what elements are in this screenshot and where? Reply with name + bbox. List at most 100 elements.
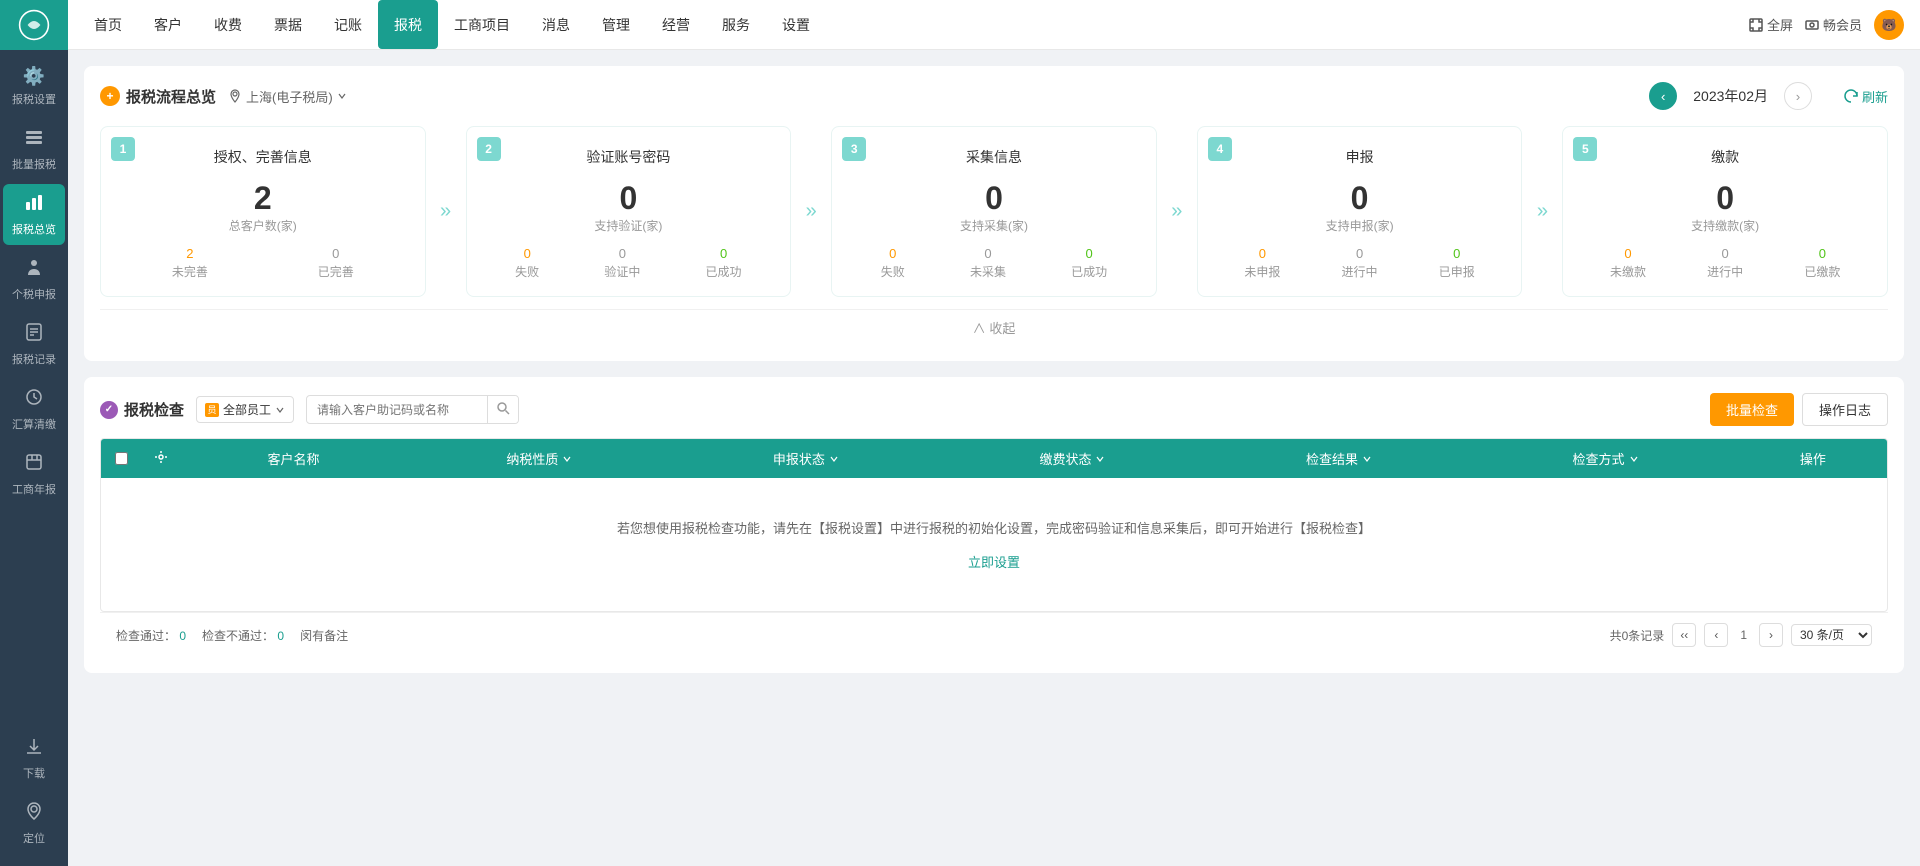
- tax-check-title: ✓ 报税检查: [100, 399, 184, 420]
- step-3-detail-0[interactable]: 0 失败: [881, 246, 905, 280]
- step-4-detail-1[interactable]: 0 进行中: [1342, 246, 1378, 280]
- step-2-card: 2 验证账号密码 0 支持验证(家) 0 失败 0 验证中: [466, 126, 792, 297]
- nav-items: 首页 客户 收费 票据 记账 报税 工商项目 消息 管理 经营 服务 设置: [68, 0, 1749, 49]
- step-5-sublabel: 支持缴款(家): [1579, 217, 1871, 234]
- sidebar-item-tax-overview[interactable]: 报税总览: [3, 184, 65, 245]
- step-3-detail-1[interactable]: 0 未采集: [970, 246, 1006, 280]
- step-4-detail-0[interactable]: 0 未申报: [1244, 246, 1280, 280]
- search-button[interactable]: [487, 396, 518, 423]
- step-3-title: 采集信息: [848, 143, 1140, 167]
- empty-message: 若您想使用报税检查功能，请先在【报税设置】中进行报税的初始化设置，完成密码验证和…: [101, 478, 1887, 611]
- nav-message[interactable]: 消息: [526, 0, 586, 49]
- nav-business[interactable]: 工商项目: [438, 0, 526, 49]
- step-5-detail-2[interactable]: 0 已缴款: [1804, 246, 1840, 280]
- sidebar-item-personal-tax[interactable]: 个税申报: [3, 249, 65, 310]
- collapse-button[interactable]: ∧ 收起: [100, 309, 1888, 345]
- sidebar-item-download[interactable]: 下载: [3, 728, 65, 789]
- step-3-number: 3: [842, 137, 866, 161]
- th-payment-status[interactable]: 缴费状态: [939, 439, 1206, 478]
- th-check-result[interactable]: 检查结果: [1206, 439, 1473, 478]
- step-arrow-3: »: [1157, 126, 1197, 297]
- sidebar-item-tax-records[interactable]: 报税记录: [3, 314, 65, 375]
- step-5-detail-1[interactable]: 0 进行中: [1707, 246, 1743, 280]
- nav-home[interactable]: 首页: [78, 0, 138, 49]
- step-3-card: 3 采集信息 0 支持采集(家) 0 失败 0 未采集: [831, 126, 1157, 297]
- employee-filter[interactable]: 员 全部员工: [196, 396, 294, 423]
- nav-client[interactable]: 客户: [138, 0, 198, 49]
- nav-tax[interactable]: 报税: [378, 0, 438, 49]
- settings-icon[interactable]: [153, 449, 169, 465]
- nav-bookkeeping[interactable]: 记账: [318, 0, 378, 49]
- download-icon: [24, 736, 44, 761]
- next-month-button[interactable]: ›: [1784, 82, 1812, 110]
- tax-check-card: ✓ 报税检查 员 全部员工: [84, 377, 1904, 673]
- actions-right: 批量检查 操作日志: [1710, 393, 1888, 426]
- step-4-count: 0: [1214, 179, 1506, 217]
- step-4-details: 0 未申报 0 进行中 0 已申报: [1214, 246, 1506, 280]
- nav-right-actions: 全屏 畅会员 🐻: [1749, 10, 1920, 40]
- per-page-select[interactable]: 30 条/页 50 条/页 100 条/页: [1791, 624, 1872, 646]
- prev-page-button[interactable]: ‹: [1704, 623, 1728, 647]
- fullscreen-button[interactable]: 全屏: [1749, 15, 1793, 34]
- table-footer: 检查通过： 0 检查不通过： 0 闵有备注 共0条记录 ‹‹ ‹ 1 › 30 …: [100, 612, 1888, 657]
- sidebar-bottom: 下载 定位: [3, 728, 65, 866]
- sidebar-item-location[interactable]: 定位: [3, 793, 65, 854]
- overview-icon: +: [100, 86, 120, 106]
- step-3-detail-2[interactable]: 0 已成功: [1071, 246, 1107, 280]
- batch-check-button[interactable]: 批量检查: [1710, 393, 1794, 426]
- filter-chevron-icon: [275, 405, 285, 415]
- first-page-button[interactable]: ‹‹: [1672, 623, 1696, 647]
- location-tag[interactable]: 上海(电子税局): [228, 87, 347, 106]
- fail-count-link[interactable]: 0: [277, 629, 284, 643]
- step-1-card: 1 授权、完善信息 2 总客户数(家) 2 未完善 0 已完善: [100, 126, 426, 297]
- step-2-details: 0 失败 0 验证中 0 已成功: [483, 246, 775, 280]
- steps-container: 1 授权、完善信息 2 总客户数(家) 2 未完善 0 已完善: [100, 126, 1888, 297]
- nav-service[interactable]: 服务: [706, 0, 766, 49]
- next-page-button[interactable]: ›: [1759, 623, 1783, 647]
- step-2-number: 2: [477, 137, 501, 161]
- step-2-detail-1[interactable]: 0 验证中: [604, 246, 640, 280]
- step-5-card: 5 缴款 0 支持缴款(家) 0 未缴款 0 进行中: [1562, 126, 1888, 297]
- step-arrow-4: »: [1522, 126, 1562, 297]
- nav-invoice[interactable]: 票据: [258, 0, 318, 49]
- step-5-title: 缴款: [1579, 143, 1871, 167]
- tax-check-table: 客户名称 纳税性质 申报状态: [100, 438, 1888, 612]
- step-2-sublabel: 支持验证(家): [483, 217, 775, 234]
- pass-count-link[interactable]: 0: [179, 629, 186, 643]
- nav-settings[interactable]: 设置: [766, 0, 826, 49]
- sidebar-item-annual-settlement[interactable]: 汇算清缴: [3, 379, 65, 440]
- search-input[interactable]: [307, 398, 487, 422]
- nav-management[interactable]: 管理: [586, 0, 646, 49]
- th-client-name: 客户名称: [181, 439, 406, 478]
- step-1-number: 1: [111, 137, 135, 161]
- step-1-detail-0[interactable]: 2 未完善: [172, 246, 208, 280]
- app-logo[interactable]: [0, 0, 68, 50]
- table-body-scroll[interactable]: 若您想使用报税检查功能，请先在【报税设置】中进行报税的初始化设置，完成密码验证和…: [101, 478, 1887, 611]
- select-all-checkbox[interactable]: [115, 452, 128, 465]
- th-declaration-status[interactable]: 申报状态: [673, 439, 940, 478]
- step-5-detail-0[interactable]: 0 未缴款: [1610, 246, 1646, 280]
- sidebar-item-annual-report[interactable]: 工商年报: [3, 444, 65, 505]
- sidebar-item-batch-tax[interactable]: 批量报税: [3, 119, 65, 180]
- refresh-button[interactable]: 刷新: [1844, 87, 1888, 106]
- avatar[interactable]: 🐻: [1874, 10, 1904, 40]
- step-1-details: 2 未完善 0 已完善: [117, 246, 409, 280]
- sidebar: ⚙️ 报税设置 批量报税 报税总览: [0, 50, 68, 866]
- th-check-method[interactable]: 检查方式: [1472, 439, 1739, 478]
- step-2-detail-2[interactable]: 0 已成功: [706, 246, 742, 280]
- th-tax-nature[interactable]: 纳税性质: [406, 439, 673, 478]
- operation-log-button[interactable]: 操作日志: [1802, 393, 1888, 426]
- sidebar-item-tax-settings[interactable]: ⚙️ 报税设置: [3, 58, 65, 115]
- prev-month-button[interactable]: ‹: [1649, 82, 1677, 110]
- member-button[interactable]: 畅会员: [1805, 15, 1862, 34]
- step-1-detail-1[interactable]: 0 已完善: [318, 246, 354, 280]
- step-2-detail-0[interactable]: 0 失败: [515, 246, 539, 280]
- step-1-count: 2: [117, 179, 409, 217]
- step-4-detail-2[interactable]: 0 已申报: [1439, 246, 1475, 280]
- nav-fee[interactable]: 收费: [198, 0, 258, 49]
- step-3-count: 0: [848, 179, 1140, 217]
- refresh-icon: [1844, 89, 1858, 103]
- setup-link[interactable]: 立即设置: [968, 555, 1020, 570]
- nav-operation[interactable]: 经营: [646, 0, 706, 49]
- step-1-title: 授权、完善信息: [117, 143, 409, 167]
